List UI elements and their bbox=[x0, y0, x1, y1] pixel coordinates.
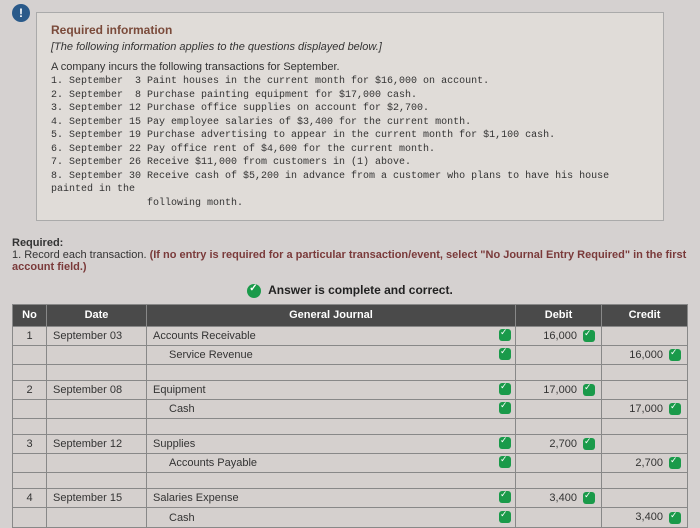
cell-account[interactable]: Accounts Receivable bbox=[147, 326, 516, 345]
check-icon bbox=[583, 438, 595, 450]
req-line-a: 1. Record each transaction. bbox=[12, 249, 150, 261]
check-icon bbox=[499, 329, 511, 341]
cell-date bbox=[47, 400, 147, 419]
cell-no: 1 bbox=[13, 326, 47, 345]
general-journal-table: No Date General Journal Debit Credit 1Se… bbox=[12, 304, 688, 528]
check-icon bbox=[583, 492, 595, 504]
cell-date bbox=[47, 454, 147, 473]
table-row: 1September 03Accounts Receivable16,000 bbox=[13, 326, 688, 345]
cell-no bbox=[13, 454, 47, 473]
cell-credit[interactable] bbox=[602, 381, 688, 400]
check-icon bbox=[247, 284, 261, 298]
table-row bbox=[13, 365, 688, 381]
cell-account[interactable]: Cash bbox=[147, 400, 516, 419]
cell-date bbox=[47, 508, 147, 527]
cell-debit[interactable]: 16,000 bbox=[516, 326, 602, 345]
check-icon bbox=[499, 437, 511, 449]
check-icon bbox=[583, 330, 595, 342]
check-icon bbox=[669, 512, 681, 524]
info-title: Required information bbox=[51, 23, 649, 37]
cell-debit[interactable] bbox=[516, 454, 602, 473]
cell-credit[interactable] bbox=[602, 489, 688, 508]
table-row: 4September 15Salaries Expense3,400 bbox=[13, 489, 688, 508]
cell-no: 3 bbox=[13, 435, 47, 454]
cell-credit[interactable]: 17,000 bbox=[602, 400, 688, 419]
cell-credit[interactable]: 2,700 bbox=[602, 454, 688, 473]
check-icon bbox=[669, 349, 681, 361]
alert-icon bbox=[12, 4, 30, 22]
check-icon bbox=[583, 384, 595, 396]
cell-account[interactable]: Cash bbox=[147, 508, 516, 527]
table-row bbox=[13, 419, 688, 435]
table-body: 1September 03Accounts Receivable16,000 S… bbox=[13, 326, 688, 527]
cell-credit[interactable] bbox=[602, 326, 688, 345]
check-icon bbox=[499, 511, 511, 523]
cell-account[interactable]: Accounts Payable bbox=[147, 454, 516, 473]
info-desc: A company incurs the following transacti… bbox=[51, 61, 649, 73]
check-icon bbox=[499, 348, 511, 360]
check-icon bbox=[499, 383, 511, 395]
check-icon bbox=[499, 456, 511, 468]
cell-account[interactable]: Equipment bbox=[147, 381, 516, 400]
check-icon bbox=[499, 491, 511, 503]
cell-credit[interactable]: 3,400 bbox=[602, 508, 688, 527]
cell-debit[interactable] bbox=[516, 508, 602, 527]
cell-date: September 12 bbox=[47, 435, 147, 454]
check-icon bbox=[499, 402, 511, 414]
cell-debit[interactable]: 17,000 bbox=[516, 381, 602, 400]
cell-debit[interactable]: 3,400 bbox=[516, 489, 602, 508]
col-gj: General Journal bbox=[147, 304, 516, 326]
cell-account[interactable]: Salaries Expense bbox=[147, 489, 516, 508]
info-note: [The following information applies to th… bbox=[51, 41, 649, 53]
table-row: Cash 17,000 bbox=[13, 400, 688, 419]
cell-no: 4 bbox=[13, 489, 47, 508]
col-no: No bbox=[13, 304, 47, 326]
cell-account[interactable]: Supplies bbox=[147, 435, 516, 454]
cell-credit[interactable]: 16,000 bbox=[602, 345, 688, 364]
cell-date bbox=[47, 345, 147, 364]
table-row: Service Revenue 16,000 bbox=[13, 345, 688, 364]
cell-debit[interactable] bbox=[516, 400, 602, 419]
answer-banner: Answer is complete and correct. bbox=[0, 283, 700, 298]
cell-no bbox=[13, 345, 47, 364]
col-credit: Credit bbox=[602, 304, 688, 326]
table-row: Accounts Payable 2,700 bbox=[13, 454, 688, 473]
check-icon bbox=[669, 457, 681, 469]
check-icon bbox=[669, 403, 681, 415]
cell-date: September 15 bbox=[47, 489, 147, 508]
cell-date: September 03 bbox=[47, 326, 147, 345]
required-head: Required: bbox=[12, 237, 688, 249]
table-row: 3September 12Supplies2,700 bbox=[13, 435, 688, 454]
transaction-list: 1. September 3 Paint houses in the curre… bbox=[51, 75, 649, 210]
col-debit: Debit bbox=[516, 304, 602, 326]
required-info-box: Required information [The following info… bbox=[36, 12, 664, 221]
required-text: 1. Record each transaction. (If no entry… bbox=[12, 249, 688, 273]
cell-debit[interactable] bbox=[516, 345, 602, 364]
cell-no bbox=[13, 508, 47, 527]
banner-text: Answer is complete and correct. bbox=[268, 283, 453, 297]
cell-credit[interactable] bbox=[602, 435, 688, 454]
cell-date: September 08 bbox=[47, 381, 147, 400]
table-header-row: No Date General Journal Debit Credit bbox=[13, 304, 688, 326]
cell-account[interactable]: Service Revenue bbox=[147, 345, 516, 364]
cell-debit[interactable]: 2,700 bbox=[516, 435, 602, 454]
cell-no: 2 bbox=[13, 381, 47, 400]
table-row: Cash 3,400 bbox=[13, 508, 688, 527]
col-date: Date bbox=[47, 304, 147, 326]
table-row bbox=[13, 473, 688, 489]
required-block: Required: 1. Record each transaction. (I… bbox=[12, 237, 688, 273]
table-row: 2September 08Equipment17,000 bbox=[13, 381, 688, 400]
cell-no bbox=[13, 400, 47, 419]
